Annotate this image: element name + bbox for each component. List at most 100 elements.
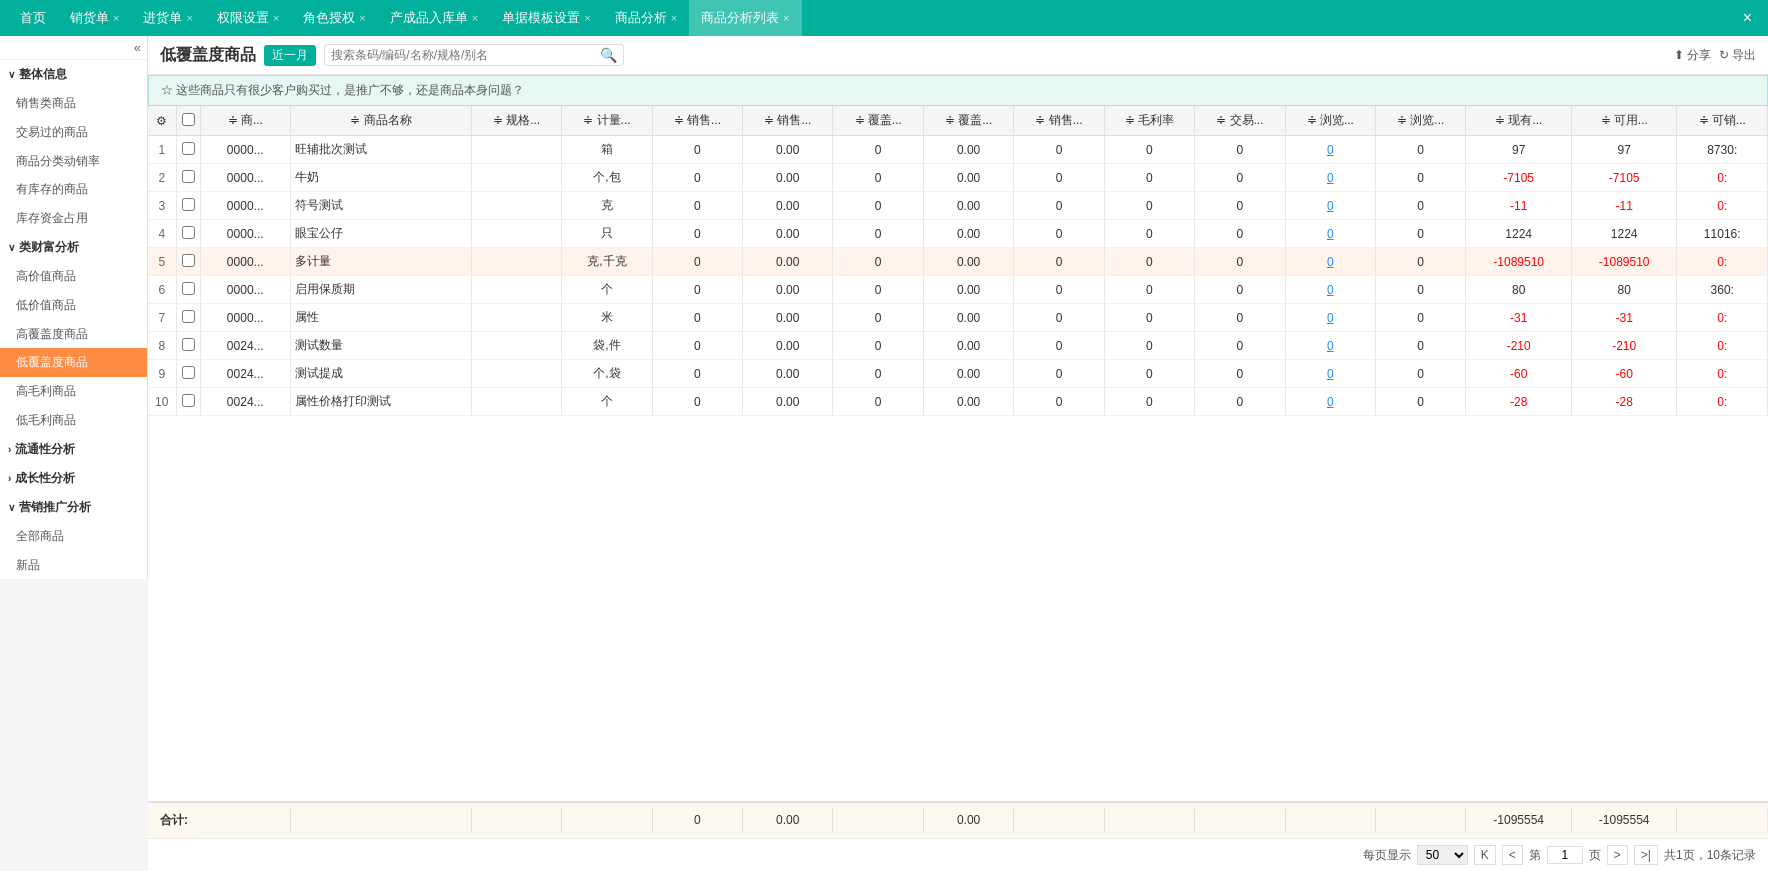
sidebar-item-high-coverage[interactable]: 高覆盖度商品: [0, 320, 147, 349]
sidebar-item-sales-goods[interactable]: 销售类商品: [0, 89, 147, 118]
col-name[interactable]: ≑ 商品名称: [290, 106, 471, 136]
col-sales3[interactable]: ≑ 销售...: [1014, 106, 1104, 136]
sidebar-section-wealth[interactable]: ∨ 类财富分析: [0, 233, 147, 262]
browse-link[interactable]: 0: [1327, 171, 1334, 185]
browse-link[interactable]: 0: [1327, 311, 1334, 325]
sidebar-section-liquidity[interactable]: › 流通性分析: [0, 435, 147, 464]
col-browse2[interactable]: ≑ 浏览...: [1376, 106, 1466, 136]
row-checkbox[interactable]: [182, 338, 195, 351]
sidebar-item-category-turnover[interactable]: 商品分类动销率: [0, 147, 147, 176]
col-current-stock[interactable]: ≑ 现有...: [1466, 106, 1572, 136]
prev-page-button[interactable]: <: [1502, 845, 1523, 865]
col-transaction[interactable]: ≑ 交易...: [1195, 106, 1285, 136]
cell-checkbox[interactable]: [176, 220, 200, 248]
sidebar-section-growth[interactable]: › 成长性分析: [0, 464, 147, 493]
nav-home[interactable]: 首页: [8, 0, 58, 36]
search-input[interactable]: [331, 48, 596, 62]
sidebar-item-high-value[interactable]: 高价值商品: [0, 262, 147, 291]
sidebar-item-low-coverage[interactable]: 低覆盖度商品: [0, 348, 147, 377]
nav-sales-order[interactable]: 销货单 ×: [58, 0, 131, 36]
nav-template-settings[interactable]: 单据模板设置 ×: [490, 0, 602, 36]
cell-checkbox[interactable]: [176, 304, 200, 332]
nav-close-product-analysis[interactable]: ×: [671, 12, 677, 24]
sidebar-collapse-button[interactable]: «: [134, 40, 141, 55]
col-spec[interactable]: ≑ 规格...: [471, 106, 561, 136]
sidebar-item-low-value[interactable]: 低价值商品: [0, 291, 147, 320]
row-checkbox[interactable]: [182, 198, 195, 211]
select-all-checkbox[interactable]: [182, 113, 195, 126]
nav-close-sales[interactable]: ×: [113, 12, 119, 24]
cell-browse1[interactable]: 0: [1285, 192, 1375, 220]
sidebar-item-high-margin[interactable]: 高毛利商品: [0, 377, 147, 406]
sidebar-item-all-goods[interactable]: 全部商品: [0, 522, 147, 551]
col-unit[interactable]: ≑ 计量...: [562, 106, 652, 136]
col-gross-margin[interactable]: ≑ 毛利率: [1104, 106, 1194, 136]
row-checkbox[interactable]: [182, 170, 195, 183]
row-checkbox[interactable]: [182, 282, 195, 295]
sidebar-item-inventory-capital[interactable]: 库存资金占用: [0, 204, 147, 233]
last-page-button[interactable]: >|: [1634, 845, 1658, 865]
row-checkbox[interactable]: [182, 366, 195, 379]
row-checkbox[interactable]: [182, 142, 195, 155]
cell-checkbox[interactable]: [176, 136, 200, 164]
row-checkbox[interactable]: [182, 394, 195, 407]
cell-browse1[interactable]: 0: [1285, 164, 1375, 192]
row-checkbox[interactable]: [182, 254, 195, 267]
nav-product-analysis[interactable]: 商品分析 ×: [603, 0, 689, 36]
sidebar-item-traded-goods[interactable]: 交易过的商品: [0, 118, 147, 147]
sidebar-item-new-goods[interactable]: 新品: [0, 551, 147, 580]
cell-browse1[interactable]: 0: [1285, 248, 1375, 276]
col-coverage1[interactable]: ≑ 覆盖...: [833, 106, 923, 136]
cell-browse1[interactable]: 0: [1285, 220, 1375, 248]
cell-browse1[interactable]: 0: [1285, 304, 1375, 332]
sidebar-item-low-margin[interactable]: 低毛利商品: [0, 406, 147, 435]
share-button[interactable]: ⬆ 分享: [1674, 47, 1711, 64]
nav-permission-settings[interactable]: 权限设置 ×: [205, 0, 291, 36]
col-coverage2[interactable]: ≑ 覆盖...: [923, 106, 1013, 136]
col-sales-amount[interactable]: ≑ 销售...: [743, 106, 833, 136]
cell-checkbox[interactable]: [176, 332, 200, 360]
col-sales-count[interactable]: ≑ 销售...: [652, 106, 742, 136]
col-code[interactable]: ≑ 商...: [200, 106, 290, 136]
nav-product-inbound[interactable]: 产成品入库单 ×: [378, 0, 490, 36]
browse-link[interactable]: 0: [1327, 283, 1334, 297]
col-browse1[interactable]: ≑ 浏览...: [1285, 106, 1375, 136]
nav-purchase-order[interactable]: 进货单 ×: [131, 0, 204, 36]
page-number-input[interactable]: [1547, 846, 1583, 864]
nav-close-analysis-list[interactable]: ×: [783, 12, 789, 24]
sidebar-section-marketing[interactable]: ∨ 营销推广分析: [0, 493, 147, 522]
browse-link[interactable]: 0: [1327, 395, 1334, 409]
cell-checkbox[interactable]: [176, 360, 200, 388]
nav-close-template[interactable]: ×: [584, 12, 590, 24]
browse-link[interactable]: 0: [1327, 199, 1334, 213]
first-page-button[interactable]: K: [1474, 845, 1496, 865]
cell-browse1[interactable]: 0: [1285, 332, 1375, 360]
cell-browse1[interactable]: 0: [1285, 136, 1375, 164]
browse-link[interactable]: 0: [1327, 339, 1334, 353]
nav-close-role[interactable]: ×: [359, 12, 365, 24]
nav-close-purchase[interactable]: ×: [186, 12, 192, 24]
cell-checkbox[interactable]: [176, 388, 200, 416]
per-page-select[interactable]: 50 20 100 200: [1417, 845, 1468, 865]
row-checkbox[interactable]: [182, 226, 195, 239]
time-filter-button[interactable]: 近一月: [264, 45, 316, 66]
settings-icon[interactable]: ⚙: [156, 114, 167, 128]
browse-link[interactable]: 0: [1327, 143, 1334, 157]
nav-close-product-inbound[interactable]: ×: [472, 12, 478, 24]
row-checkbox[interactable]: [182, 310, 195, 323]
next-page-button[interactable]: >: [1607, 845, 1628, 865]
browse-link[interactable]: 0: [1327, 255, 1334, 269]
cell-checkbox[interactable]: [176, 164, 200, 192]
browse-link[interactable]: 0: [1327, 367, 1334, 381]
col-sellable[interactable]: ≑ 可销...: [1677, 106, 1768, 136]
cell-browse1[interactable]: 0: [1285, 360, 1375, 388]
cell-checkbox[interactable]: [176, 276, 200, 304]
sidebar-section-overall[interactable]: ∨ 整体信息: [0, 60, 147, 89]
nav-product-analysis-list[interactable]: 商品分析列表 ×: [689, 0, 801, 36]
cell-browse1[interactable]: 0: [1285, 388, 1375, 416]
col-available-stock[interactable]: ≑ 可用...: [1571, 106, 1677, 136]
export-button[interactable]: ↻ 导出: [1719, 47, 1756, 64]
cell-browse1[interactable]: 0: [1285, 276, 1375, 304]
cell-checkbox[interactable]: [176, 248, 200, 276]
table-wrapper[interactable]: ⚙ ≑ 商... ≑ 商品名称 ≑ 规格...: [148, 106, 1768, 801]
